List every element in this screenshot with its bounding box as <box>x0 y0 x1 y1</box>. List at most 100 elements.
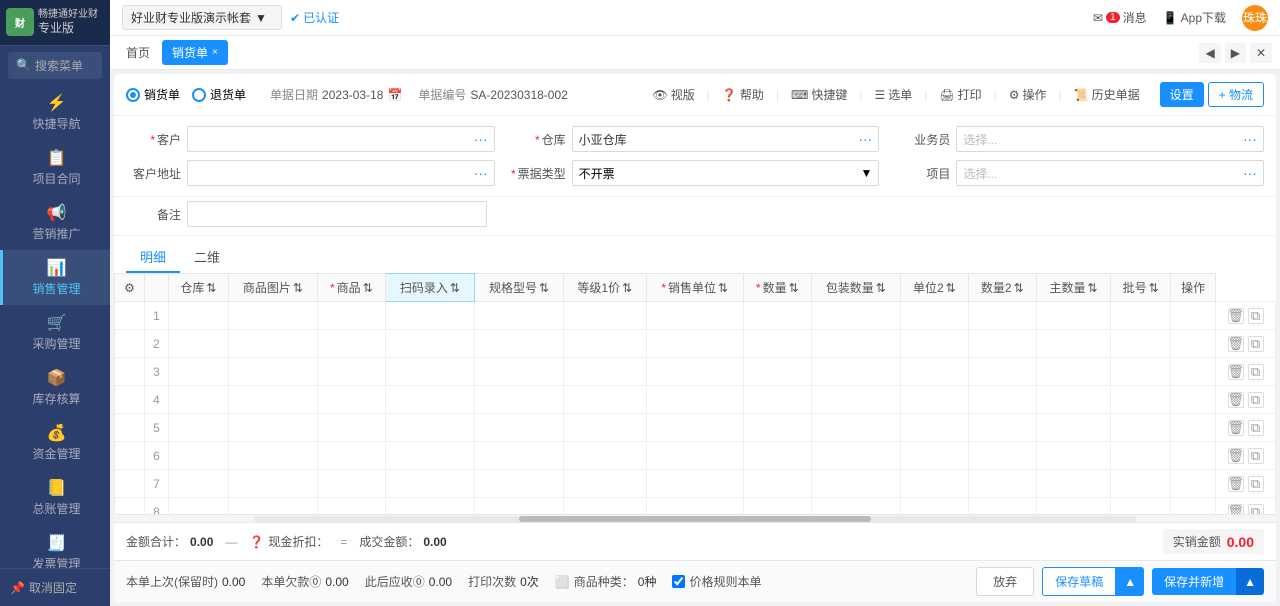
warehouse-picker-icon[interactable]: ··· <box>858 131 872 147</box>
sidebar-item-inventory[interactable]: 📦 库存核算 <box>0 360 110 415</box>
copy-row-icon[interactable]: ⧉ <box>1248 420 1264 436</box>
sidebar-item-finance[interactable]: 💰 资金管理 <box>0 415 110 470</box>
price-rule-check[interactable] <box>672 575 685 588</box>
save-draft-button[interactable]: 保存草稿 <box>1042 567 1116 596</box>
tab-sales-order[interactable]: 销货单 × <box>162 40 228 65</box>
sidebar-item-invoice[interactable]: 🧾 发票管理 <box>0 525 110 568</box>
search-icon: 🔍 <box>16 58 31 72</box>
calendar-icon[interactable]: 📅 <box>387 88 402 102</box>
table-row[interactable]: 2🗑⧉ <box>115 330 1276 358</box>
sidebar-item-ledger[interactable]: 📒 总账管理 <box>0 470 110 525</box>
sidebar-item-marketing[interactable]: 📢 营销推广 <box>0 195 110 250</box>
table-row[interactable]: 3🗑⧉ <box>115 358 1276 386</box>
project-picker-icon[interactable]: ··· <box>1243 165 1257 181</box>
delete-row-icon[interactable]: 🗑 <box>1228 448 1244 464</box>
company-name: 好业财专业版演示帐套 <box>131 9 251 26</box>
salesperson-input[interactable]: 选择... ··· <box>956 126 1264 152</box>
radio-sale-order[interactable]: 销货单 <box>126 86 180 103</box>
notes-input[interactable] <box>187 201 487 227</box>
project-placeholder: 选择... <box>963 165 997 182</box>
delete-row-icon[interactable]: 🗑 <box>1228 392 1244 408</box>
notes-label: 备注 <box>126 206 181 223</box>
company-selector[interactable]: 好业财专业版演示帐套 ▼ <box>122 5 282 30</box>
help-button[interactable]: ❓ 帮助 <box>718 84 768 105</box>
search-menu-button[interactable]: 🔍 搜索菜单 <box>8 52 102 79</box>
user-avatar[interactable]: 珠珠 <box>1242 5 1268 31</box>
view-button[interactable]: 👁 视版 <box>649 84 699 105</box>
tab-next-button[interactable]: ▶ <box>1225 43 1246 63</box>
inventory-icon: 📦 <box>47 368 67 388</box>
sidebar-item-shortcut[interactable]: ⚡ 快捷导航 <box>0 85 110 140</box>
save-draft-arrow[interactable]: ▲ <box>1116 567 1144 596</box>
logistics-button[interactable]: + 物流 <box>1208 82 1264 107</box>
salesperson-picker-icon[interactable]: ··· <box>1243 131 1257 147</box>
copy-row-icon[interactable]: ⧉ <box>1248 448 1264 464</box>
ledger-icon: 📒 <box>47 478 67 498</box>
th-settings[interactable]: ⚙ <box>115 274 145 302</box>
bottom-summary: 金额合计： 0.00 — ❓ 现金折扣： = 成交金额： 0.00 实销金额 0… <box>114 522 1276 560</box>
tab-detail[interactable]: 明细 <box>126 242 180 273</box>
customer-field-row: 客户 ··· <box>126 126 495 152</box>
operation-button[interactable]: ⚙ 操作 <box>1005 84 1051 105</box>
message-button[interactable]: ✉ 1 消息 <box>1093 9 1147 26</box>
delete-row-icon[interactable]: 🗑 <box>1228 504 1244 515</box>
th-sale-unit: *销售单位⇅ <box>646 274 743 302</box>
copy-row-icon[interactable]: ⧉ <box>1248 364 1264 380</box>
logo-text: 畅捷通好业财专业版 <box>38 8 98 37</box>
sidebar-logo: 财 畅捷通好业财专业版 <box>0 0 110 46</box>
prev-amount: 本单上次(保留时) 0.00 <box>126 573 245 590</box>
scrollbar-area[interactable] <box>114 514 1276 522</box>
customer-input[interactable]: ··· <box>187 126 495 152</box>
setup-button[interactable]: 设置 <box>1160 82 1204 107</box>
delete-row-icon[interactable]: 🗑 <box>1228 308 1244 324</box>
table-row[interactable]: 6🗑⧉ <box>115 442 1276 470</box>
sidebar-item-sales[interactable]: 📊 销售管理 <box>0 250 110 305</box>
abandon-button[interactable]: 放弃 <box>976 567 1034 596</box>
delete-row-icon[interactable]: 🗑 <box>1228 420 1244 436</box>
copy-row-icon[interactable]: ⧉ <box>1248 504 1264 515</box>
table-row[interactable]: 4🗑⧉ <box>115 386 1276 414</box>
table-row[interactable]: 7🗑⧉ <box>115 470 1276 498</box>
receivable-amount: 此后应收⓪ 0.00 <box>365 573 452 590</box>
th-pack-qty: 包装数量⇅ <box>811 274 900 302</box>
print-button[interactable]: 🖨 打印 <box>935 84 985 105</box>
tab-home[interactable]: 首页 <box>118 40 158 65</box>
customer-picker-icon[interactable]: ··· <box>474 131 488 147</box>
warehouse-input[interactable]: 小亚仓库 ··· <box>572 126 880 152</box>
shortcut-button[interactable]: ⌨ 快捷键 <box>787 84 851 105</box>
unpin-button[interactable]: 📌 取消固定 <box>6 575 104 600</box>
delete-row-icon[interactable]: 🗑 <box>1228 476 1244 492</box>
sidebar-item-purchase[interactable]: 🛒 采购管理 <box>0 305 110 360</box>
save-new-arrow[interactable]: ▲ <box>1236 568 1264 595</box>
notes-row: 备注 <box>114 197 1276 236</box>
table-row[interactable]: 1🗑⧉ <box>115 302 1276 330</box>
delete-row-icon[interactable]: 🗑 <box>1228 336 1244 352</box>
copy-row-icon[interactable]: ⧉ <box>1248 476 1264 492</box>
price-rule-checkbox[interactable]: 价格规则本单 <box>672 573 761 590</box>
form-meta: 单据日期 2023-03-18 📅 单据编号 SA-20230318-002 <box>270 86 568 103</box>
table-row[interactable]: 8🗑⧉ <box>115 498 1276 515</box>
tab-close-all-button[interactable]: ✕ <box>1250 43 1272 63</box>
tab-close-icon[interactable]: × <box>212 47 218 58</box>
select-button[interactable]: ☰ 选单 <box>870 84 916 105</box>
radio-return-order[interactable]: 退货单 <box>192 86 246 103</box>
copy-row-icon[interactable]: ⧉ <box>1248 392 1264 408</box>
delete-row-icon[interactable]: 🗑 <box>1228 364 1244 380</box>
tabbar: 首页 销货单 × ◀ ▶ ✕ <box>110 36 1280 70</box>
deal-amount-summary: 成交金额： 0.00 <box>359 533 446 550</box>
tab-prev-button[interactable]: ◀ <box>1199 43 1220 63</box>
table-row[interactable]: 5🗑⧉ <box>115 414 1276 442</box>
address-input[interactable]: ··· <box>187 160 495 186</box>
history-button[interactable]: 📜 历史单据 <box>1070 84 1144 105</box>
save-new-button[interactable]: 保存并新增 <box>1152 568 1236 595</box>
ticket-select[interactable]: 不开票 ▼ <box>572 160 880 186</box>
app-download-button[interactable]: 📱 App下载 <box>1163 9 1226 26</box>
address-picker-icon[interactable]: ··· <box>474 165 488 181</box>
dash-icon: — <box>225 535 237 549</box>
tab-2d[interactable]: 二维 <box>180 242 234 273</box>
scrollbar-thumb[interactable] <box>519 516 872 522</box>
copy-row-icon[interactable]: ⧉ <box>1248 336 1264 352</box>
copy-row-icon[interactable]: ⧉ <box>1248 308 1264 324</box>
sidebar-item-project[interactable]: 📋 项目合同 <box>0 140 110 195</box>
project-input[interactable]: 选择... ··· <box>956 160 1264 186</box>
